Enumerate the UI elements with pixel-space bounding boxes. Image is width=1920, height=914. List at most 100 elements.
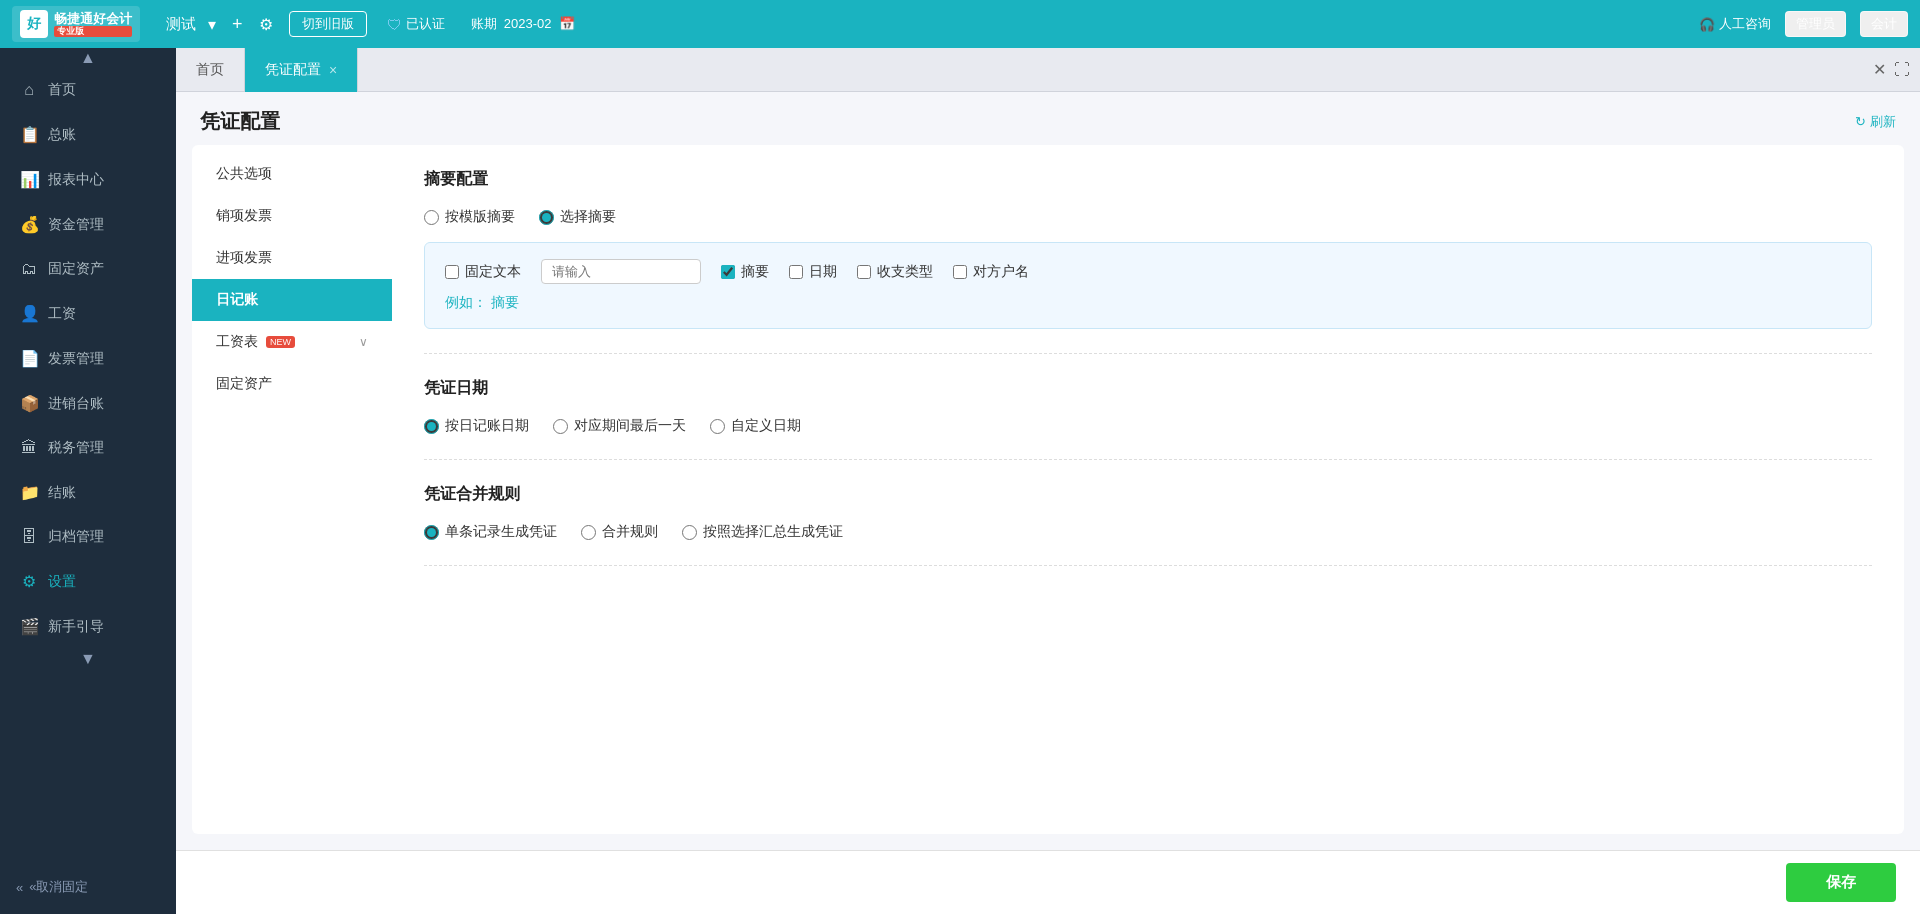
merge-rule-radio[interactable]: 合并规则: [581, 523, 658, 541]
close-book-icon: 📁: [20, 483, 38, 502]
sidebar-item-sales[interactable]: 📦 进销台账: [0, 381, 176, 426]
sidebar-item-sales-label: 进销台账: [48, 395, 104, 413]
tab-voucher-config-label: 凭证配置: [265, 61, 321, 79]
summary-template-radio[interactable]: 按模版摘要: [424, 208, 515, 226]
tab-voucher-config[interactable]: 凭证配置 ×: [245, 48, 358, 92]
left-nav-sales-invoice[interactable]: 销项发票: [192, 195, 392, 237]
summary-checkbox-label[interactable]: 摘要: [721, 263, 769, 281]
period-last-radio[interactable]: 对应期间最后一天: [553, 417, 686, 435]
left-nav: 公共选项 销项发票 进项发票 日记账 工资表 NEW ∨: [192, 145, 392, 834]
tab-bar-actions: ✕ ⛶: [1873, 60, 1920, 79]
merge-rule-input[interactable]: [581, 525, 596, 540]
tab-bar: 首页 凭证配置 × ✕ ⛶: [176, 48, 1920, 92]
summary-config-row: 固定文本 摘要 日期: [445, 259, 1851, 284]
sidebar-item-report-label: 报表中心: [48, 171, 104, 189]
sidebar-item-tax[interactable]: 🏛 税务管理: [0, 426, 176, 470]
custom-date-radio[interactable]: 自定义日期: [710, 417, 801, 435]
single-record-radio[interactable]: 单条记录生成凭证: [424, 523, 557, 541]
single-record-input[interactable]: [424, 525, 439, 540]
sidebar-scroll-down[interactable]: ▼: [0, 649, 176, 669]
add-button[interactable]: +: [232, 14, 243, 35]
sidebar-item-ledger[interactable]: 📋 总账: [0, 112, 176, 157]
save-button[interactable]: 保存: [1786, 863, 1896, 902]
sidebar-item-archive-label: 归档管理: [48, 528, 104, 546]
sidebar-item-report[interactable]: 📊 报表中心: [0, 157, 176, 202]
counterpart-checkbox-label[interactable]: 对方户名: [953, 263, 1029, 281]
sales-icon: 📦: [20, 394, 38, 413]
summary-radio-group: 按模版摘要 选择摘要: [424, 208, 1872, 226]
diary-date-input[interactable]: [424, 419, 439, 434]
sidebar-item-newbie[interactable]: 🎬 新手引导: [0, 604, 176, 649]
sidebar-item-archive[interactable]: 🗄 归档管理: [0, 515, 176, 559]
period-last-input[interactable]: [553, 419, 568, 434]
settings-icon[interactable]: ⚙: [259, 15, 273, 34]
summary-template-input[interactable]: [424, 210, 439, 225]
sidebar-item-home[interactable]: ⌂ 首页: [0, 68, 176, 112]
voucher-merge-title: 凭证合并规则: [424, 484, 1872, 505]
summary-config-title: 摘要配置: [424, 169, 1872, 190]
sidebar-item-assets-label: 固定资产: [48, 260, 104, 278]
voucher-merge-section: 凭证合并规则 单条记录生成凭证 合并规则: [424, 484, 1872, 541]
select-summary-radio[interactable]: 按照选择汇总生成凭证: [682, 523, 843, 541]
counterpart-checkbox[interactable]: [953, 265, 967, 279]
new-badge: NEW: [266, 336, 295, 348]
sidebar-item-invoice[interactable]: 📄 发票管理: [0, 336, 176, 381]
logo: 好 畅捷通好会计 专业版: [12, 6, 140, 42]
right-content: 摘要配置 按模版摘要 选择摘要: [392, 145, 1904, 834]
income-type-checkbox[interactable]: [857, 265, 871, 279]
logo-icon: 好: [20, 10, 48, 38]
example-value: 摘要: [491, 294, 519, 310]
topbar-right: 🎧 人工咨询 管理员 会计: [1699, 11, 1908, 37]
topbar: 好 畅捷通好会计 专业版 测试 ▾ + ⚙ 切到旧版 🛡 已认证 账期 2023…: [0, 0, 1920, 48]
left-nav-purchase-invoice[interactable]: 进项发票: [192, 237, 392, 279]
income-type-checkbox-label[interactable]: 收支类型: [857, 263, 933, 281]
left-nav-payroll[interactable]: 工资表 NEW ∨: [192, 321, 392, 363]
sidebar-bottom: « «取消固定: [0, 860, 176, 914]
date-checkbox-label[interactable]: 日期: [789, 263, 837, 281]
cancel-fixed-button[interactable]: « «取消固定: [0, 870, 176, 904]
sidebar-item-funds[interactable]: 💰 资金管理: [0, 202, 176, 247]
fixed-text-input[interactable]: [541, 259, 701, 284]
tab-close-button[interactable]: ✕: [1873, 60, 1886, 79]
tab-home[interactable]: 首页: [176, 48, 245, 92]
sidebar-item-wages-label: 工资: [48, 305, 76, 323]
sidebar-item-settings[interactable]: ⚙ 设置: [0, 559, 176, 604]
left-nav-public[interactable]: 公共选项: [192, 153, 392, 195]
save-bar: 保存: [176, 850, 1920, 914]
left-nav-diary[interactable]: 日记账: [192, 279, 392, 321]
cancel-fixed-label: «取消固定: [29, 878, 88, 896]
diary-date-radio[interactable]: 按日记账日期: [424, 417, 529, 435]
accountant-button[interactable]: 会计: [1860, 11, 1908, 37]
left-nav-fixed-assets[interactable]: 固定资产: [192, 363, 392, 405]
content-area: 首页 凭证配置 × ✕ ⛶ 凭证配置 ↻ 刷新: [176, 48, 1920, 914]
fixed-text-checkbox[interactable]: [445, 265, 459, 279]
calendar-icon[interactable]: 📅: [559, 16, 575, 31]
refresh-button[interactable]: ↻ 刷新: [1855, 113, 1896, 131]
tab-close-icon[interactable]: ×: [329, 62, 337, 78]
old-version-button[interactable]: 切到旧版: [289, 11, 367, 37]
manager-button[interactable]: 管理员: [1785, 11, 1846, 37]
company-dropdown[interactable]: ▾: [208, 15, 216, 34]
fixed-text-checkbox-label[interactable]: 固定文本: [445, 263, 521, 281]
period-value: 2023-02: [504, 16, 552, 31]
help-button[interactable]: 🎧 人工咨询: [1699, 15, 1771, 33]
summary-checkbox[interactable]: [721, 265, 735, 279]
wages-icon: 👤: [20, 304, 38, 323]
sidebar-item-wages[interactable]: 👤 工资: [0, 291, 176, 336]
custom-date-input[interactable]: [710, 419, 725, 434]
period-info: 账期 2023-02 📅: [471, 15, 575, 33]
certified-badge: 🛡 已认证: [387, 15, 445, 33]
logo-line1: 畅捷通好会计: [54, 11, 132, 27]
date-checkbox[interactable]: [789, 265, 803, 279]
sidebar: ▲ ⌂ 首页 📋 总账 📊 报表中心 💰 资金管理 🗂 固定资产 👤 工资 📄 …: [0, 48, 176, 914]
summary-select-radio[interactable]: 选择摘要: [539, 208, 616, 226]
tab-expand-button[interactable]: ⛶: [1894, 61, 1910, 79]
summary-select-input[interactable]: [539, 210, 554, 225]
sidebar-item-assets[interactable]: 🗂 固定资产: [0, 247, 176, 291]
voucher-date-radio-group: 按日记账日期 对应期间最后一天 自定义日期: [424, 417, 1872, 435]
certified-label: 已认证: [406, 15, 445, 33]
select-summary-input[interactable]: [682, 525, 697, 540]
sidebar-item-close[interactable]: 📁 结账: [0, 470, 176, 515]
report-icon: 📊: [20, 170, 38, 189]
sidebar-scroll-up[interactable]: ▲: [0, 48, 176, 68]
